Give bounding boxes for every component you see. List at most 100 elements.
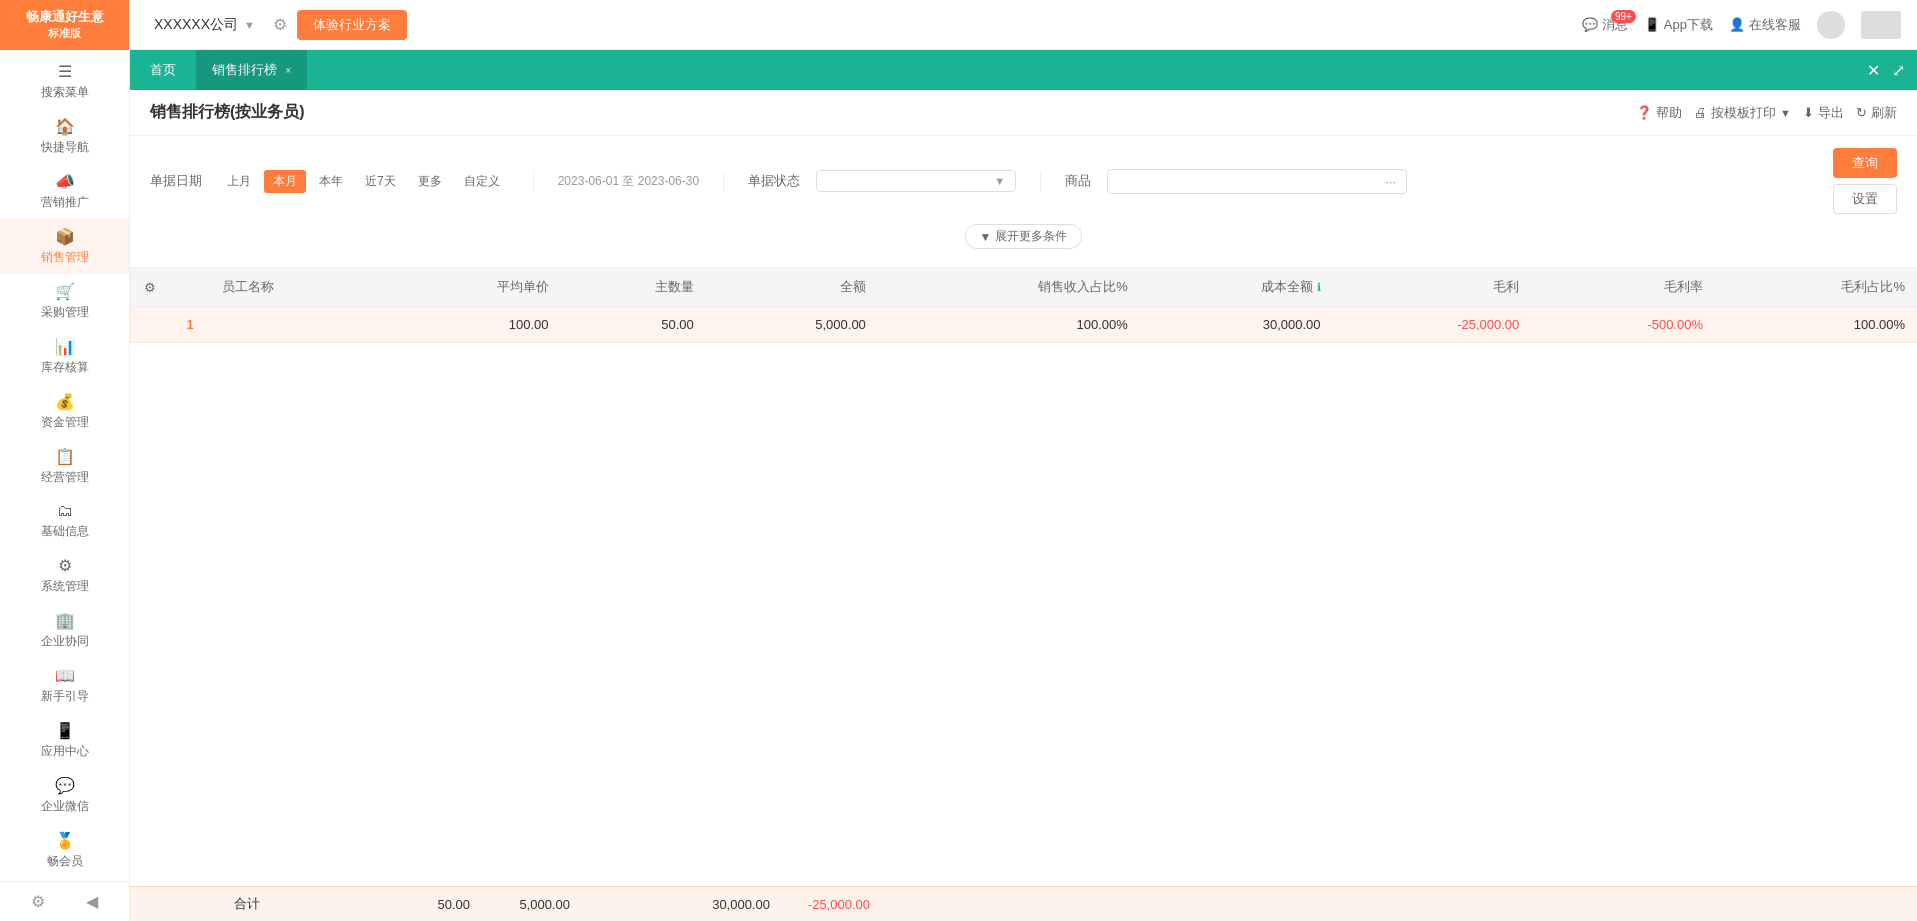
- td-settings: [130, 307, 170, 343]
- th-settings[interactable]: ⚙: [130, 268, 170, 307]
- doc-status-arrow-icon: ▼: [994, 175, 1005, 187]
- table-header-row: ⚙ 员工名称 平均单价 主数量 全额 销售收入占比% 成本全额 ℹ 毛利 毛利率: [130, 268, 1917, 307]
- sidebar-label-purchase: 采购管理: [41, 304, 89, 321]
- sidebar-item-weixin[interactable]: 💬企业微信: [0, 768, 129, 823]
- sidebar-label-operation: 经营管理: [41, 469, 89, 486]
- tab-sales-ranking[interactable]: 销售排行榜 ×: [196, 50, 307, 90]
- window-expand-icon[interactable]: ⤢: [1892, 61, 1905, 80]
- sidebar-settings-icon[interactable]: ⚙: [31, 892, 45, 911]
- filter-divider-3: [1040, 171, 1041, 191]
- sidebar-nav: ☰搜索菜单 🏠 快捷导航 📣营销推广📦销售管理🛒采购管理📊库存核算💰资金管理 📋 经营管理…: [0, 50, 129, 881]
- sidebar-icon-inventory: 📊: [55, 337, 75, 356]
- sidebar-item-inventory[interactable]: 📊库存核算: [0, 329, 129, 384]
- filter-expand-row: ▼ 展开更多条件: [150, 218, 1897, 255]
- sidebar-item-marketing[interactable]: 📣营销推广: [0, 164, 129, 219]
- app-download-label: App下载: [1664, 16, 1713, 34]
- sidebar-item-search[interactable]: ☰搜索菜单: [0, 54, 129, 109]
- avatar[interactable]: [1817, 11, 1845, 39]
- sidebar: 畅康通好生意 标准版 ☰搜索菜单 🏠 快捷导航 📣营销推广📦销售管理🛒采购管理📊库存核…: [0, 0, 130, 921]
- th-employee: 员工名称: [210, 268, 385, 307]
- template-print-btn[interactable]: 🖨 按模板打印 ▼: [1694, 104, 1791, 122]
- window-close-icon[interactable]: ✕: [1867, 61, 1880, 80]
- td-avg-price: 100.00: [385, 307, 560, 343]
- td-gross-rate: -500.00%: [1531, 307, 1715, 343]
- sidebar-icon-operation: 📋: [55, 447, 75, 466]
- filter-settings-btn[interactable]: 设置: [1833, 184, 1897, 214]
- date-opt-custom[interactable]: 自定义: [455, 170, 509, 193]
- table-wrapper: ⚙ 员工名称 平均单价 主数量 全额 销售收入占比% 成本全额 ℹ 毛利 毛利率: [130, 268, 1917, 886]
- company-selector[interactable]: XXXXXX公司 ▼: [146, 12, 263, 38]
- sidebar-item-system[interactable]: ⚙系统管理: [0, 548, 129, 603]
- sidebar-item-member[interactable]: 🏅畅会员: [0, 823, 129, 878]
- help-label: 帮助: [1656, 104, 1682, 122]
- main-area: XXXXXX公司 ▼ ⚙ 体验行业方案 💬 消息 99+ 📱 App下载 👤 在…: [130, 0, 1917, 921]
- help-btn[interactable]: ❓ 帮助: [1636, 104, 1682, 122]
- date-opt-more[interactable]: 更多: [409, 170, 451, 193]
- th-sales-pct: 销售收入占比%: [878, 268, 1140, 307]
- app-download-btn[interactable]: 📱 App下载: [1644, 16, 1713, 34]
- sidebar-item-appstore[interactable]: 📱应用中心: [0, 713, 129, 768]
- trial-btn[interactable]: 体验行业方案: [297, 10, 407, 40]
- tab-home[interactable]: 首页: [130, 50, 196, 90]
- message-btn[interactable]: 💬 消息 99+: [1582, 16, 1628, 34]
- date-range-display: 2023-06-01 至 2023-06-30: [558, 173, 699, 190]
- sidebar-collapse-icon[interactable]: ◀: [86, 892, 98, 911]
- sidebar-item-operation[interactable]: 📋 经营管理: [0, 439, 129, 494]
- sidebar-item-enterprise[interactable]: 🏢 企业协同: [0, 603, 129, 658]
- export-btn[interactable]: ⬇ 导出: [1803, 104, 1844, 122]
- column-settings-icon[interactable]: ⚙: [144, 280, 156, 295]
- th-avg-price: 平均单价: [385, 268, 560, 307]
- th-quantity: 主数量: [561, 268, 706, 307]
- date-opt-this-year[interactable]: 本年: [310, 170, 352, 193]
- sidebar-icon-shortcut: 🏠: [55, 117, 75, 136]
- doc-status-select[interactable]: ▼: [816, 170, 1016, 192]
- app-icon: 📱: [1644, 17, 1660, 32]
- sidebar-label-basic: 基础信息: [41, 523, 89, 540]
- sidebar-logo: 畅康通好生意 标准版: [0, 0, 129, 50]
- table-row[interactable]: 1 100.00 50.00 5,000.00 100.00% 30,000.0…: [130, 307, 1917, 343]
- td-gross: -25,000.00: [1333, 307, 1532, 343]
- goods-label: 商品: [1065, 172, 1091, 190]
- date-opt-this-month[interactable]: 本月: [264, 170, 306, 193]
- th-amount: 全额: [706, 268, 878, 307]
- cost-info-icon: ℹ: [1317, 281, 1321, 293]
- sidebar-item-finance[interactable]: 💰资金管理: [0, 384, 129, 439]
- message-icon: 💬: [1582, 17, 1598, 32]
- tab-label: 销售排行榜: [212, 61, 277, 79]
- sidebar-icon-marketing: 📣: [55, 172, 75, 191]
- sidebar-icon-appstore: 📱: [55, 721, 75, 740]
- help-icon: ❓: [1636, 105, 1652, 120]
- date-options: 上月 本月 本年 近7天 更多 自定义: [218, 170, 509, 193]
- online-service-label: 在线客服: [1749, 16, 1801, 34]
- td-sales-pct: 100.00%: [878, 307, 1140, 343]
- sidebar-icon-enterprise: 🏢: [55, 611, 75, 630]
- td-cost: 30,000.00: [1140, 307, 1333, 343]
- sidebar-item-newbie[interactable]: 📖新手引导: [0, 658, 129, 713]
- service-icon: 👤: [1729, 17, 1745, 32]
- goods-input[interactable]: ···: [1107, 169, 1407, 194]
- date-opt-prev-month[interactable]: 上月: [218, 170, 260, 193]
- sidebar-item-basic[interactable]: 🗂基础信息: [0, 494, 129, 548]
- filter-divider-2: [723, 171, 724, 191]
- message-badge: 99+: [1611, 10, 1636, 23]
- date-opt-7days[interactable]: 近7天: [356, 170, 405, 193]
- user-name-display: [1861, 11, 1901, 39]
- sidebar-label-weixin: 企业微信: [41, 798, 89, 815]
- doc-status-label: 单据状态: [748, 172, 800, 190]
- refresh-btn[interactable]: ↻ 刷新: [1856, 104, 1897, 122]
- sidebar-label-shortcut: 快捷导航: [41, 139, 89, 156]
- online-service-btn[interactable]: 👤 在线客服: [1729, 16, 1801, 34]
- query-btn[interactable]: 查询: [1833, 148, 1897, 178]
- tab-close-icon[interactable]: ×: [285, 64, 291, 76]
- topbar-gear-icon[interactable]: ⚙: [273, 15, 287, 34]
- sidebar-item-purchase[interactable]: 🛒采购管理: [0, 274, 129, 329]
- expand-more-btn[interactable]: ▼ 展开更多条件: [965, 224, 1083, 249]
- th-rank: [170, 268, 210, 307]
- sidebar-item-sales[interactable]: 📦销售管理: [0, 219, 129, 274]
- sidebar-label-enterprise: 企业协同: [41, 633, 89, 650]
- sidebar-label-search: 搜索菜单: [41, 84, 89, 101]
- page-header: 销售排行榜(按业务员) ❓ 帮助 🖨 按模板打印 ▼ ⬇ 导出 ↻ 刷新: [130, 90, 1917, 136]
- sidebar-item-shortcut[interactable]: 🏠 快捷导航: [0, 109, 129, 164]
- tabbar: 首页 销售排行榜 × ✕ ⤢: [130, 50, 1917, 90]
- td-rank: 1: [170, 307, 210, 343]
